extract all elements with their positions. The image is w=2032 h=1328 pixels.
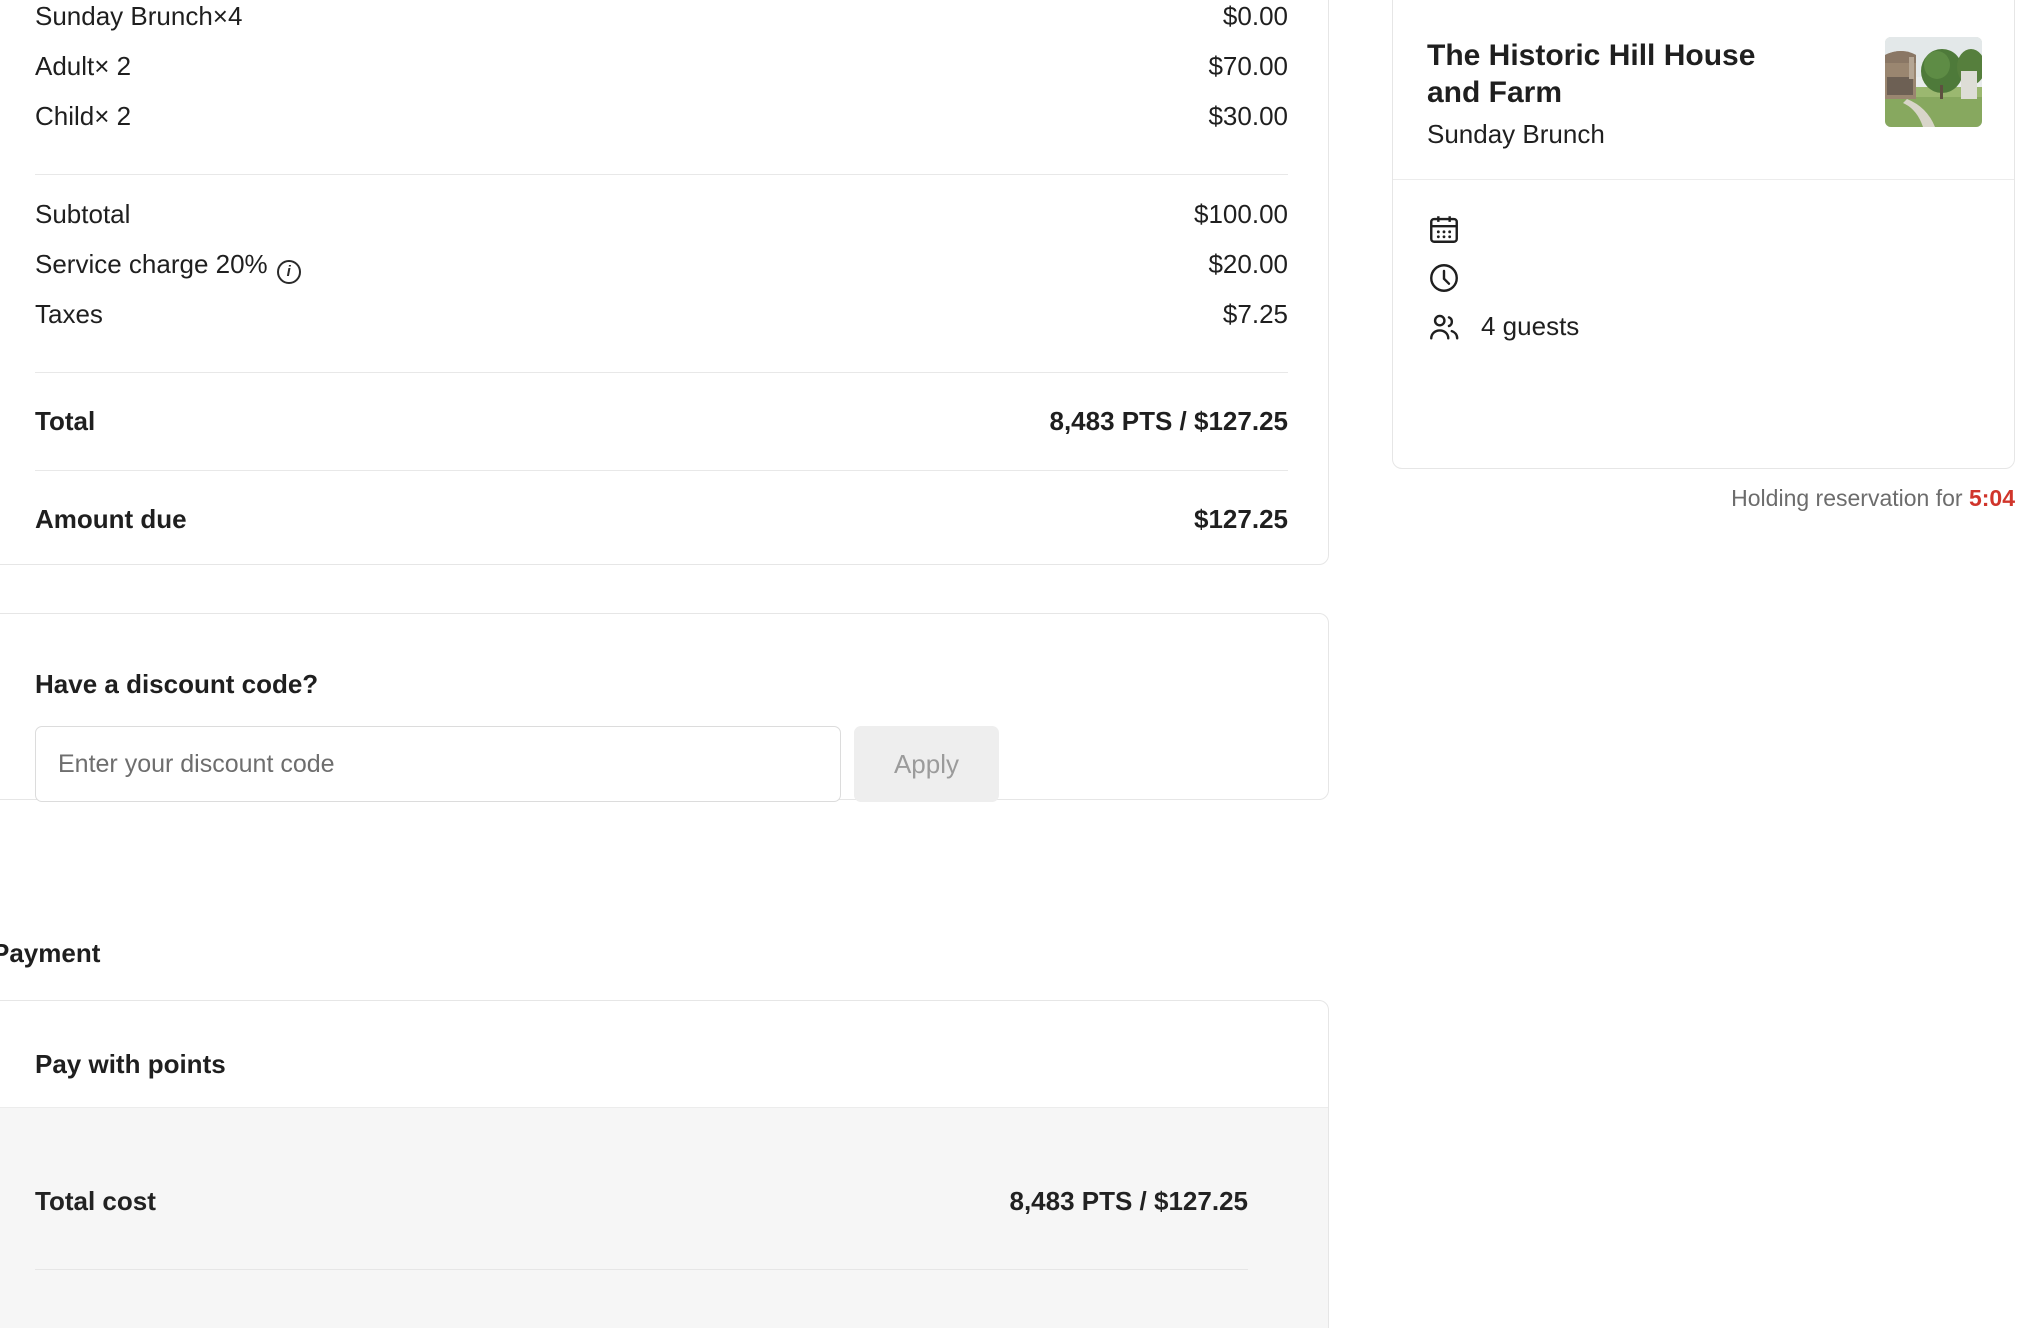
detail-row-time — [1427, 253, 1579, 302]
holding-reservation-timer: 5:04 — [1968, 485, 2015, 511]
amount-due-row: Amount due $127.25 — [35, 471, 1288, 568]
apply-discount-button[interactable]: Apply — [854, 726, 999, 802]
discount-code-input[interactable] — [35, 726, 841, 802]
line-item-label: Adult× 2 — [35, 51, 132, 81]
detail-row-guests: 4 guests — [1427, 302, 1579, 351]
pay-with-points-title: Pay with points — [35, 1049, 226, 1079]
charge-row: Subtotal $100.00 — [35, 199, 1288, 249]
total-cost-label: Total cost — [35, 1186, 156, 1216]
clock-icon — [1430, 263, 1458, 292]
summary-divider — [35, 174, 1288, 175]
venue-text: The Historic Hill House and Farm Sunday … — [1427, 37, 1869, 179]
payment-section-heading: Payment — [0, 938, 101, 968]
charge-label-wrap: Service charge 20% i — [35, 249, 301, 284]
detail-row-date — [1427, 204, 1579, 253]
venue-name: The Historic Hill House and Farm — [1427, 39, 1756, 110]
charge-value: $20.00 — [1208, 249, 1288, 279]
line-item-row: Adult× 2 $70.00 — [35, 51, 1288, 101]
charge-value: $100.00 — [1194, 199, 1288, 229]
holding-reservation-prefix: Holding reservation for — [1731, 485, 1969, 511]
detail-guests-text: 4 guests — [1481, 311, 1580, 341]
venue-thumbnail — [1885, 37, 1982, 127]
pay-with-points-panel: Total cost 8,483 PTS / $127.25 Amount to… — [0, 1107, 1328, 1328]
total-row: Total 8,483 PTS / $127.25 — [35, 373, 1288, 470]
info-icon[interactable]: i — [276, 259, 301, 284]
venue-block: The Historic Hill House and Farm Sunday … — [1393, 0, 2014, 180]
charge-label: Service charge 20% — [35, 249, 268, 279]
total-label: Total — [35, 405, 96, 436]
charge-label: Taxes — [35, 299, 103, 329]
order-summary-card: Sunday Brunch×4 $0.00 Adult× 2 $70.00 Ch… — [0, 0, 1329, 565]
checkout-page: Sunday Brunch×4 $0.00 Adult× 2 $70.00 Ch… — [0, 0, 2032, 1328]
total-value: 8,483 PTS / $127.25 — [1049, 405, 1288, 436]
payment-card: Pay with points Total cost 8,483 PTS / $… — [0, 1000, 1329, 1328]
line-item-row: Sunday Brunch×4 $0.00 — [35, 1, 1288, 51]
amount-due-value: $127.25 — [1194, 503, 1288, 534]
discount-code-card: Have a discount code? Apply — [0, 613, 1329, 802]
reservation-summary-card: The Historic Hill House and Farm Sunday … — [1392, 0, 2015, 469]
line-item-value: $0.00 — [1222, 1, 1288, 31]
charge-row: Service charge 20% i $20.00 — [35, 249, 1288, 299]
discount-code-row: Apply — [35, 726, 999, 802]
guests-icon — [1430, 314, 1459, 340]
total-cost-value: 8,483 PTS / $127.25 — [1009, 1186, 1248, 1216]
charge-label: Subtotal — [35, 199, 131, 229]
total-cost-row: Total cost 8,483 PTS / $127.25 — [35, 1186, 1248, 1217]
amount-due-label: Amount due — [35, 503, 187, 534]
line-item-label: Child× 2 — [35, 101, 132, 131]
points-divider — [35, 1269, 1248, 1270]
line-item-label: Sunday Brunch×4 — [35, 1, 243, 31]
line-item-value: $30.00 — [1208, 101, 1288, 131]
calendar-icon — [1430, 215, 1458, 243]
discount-code-title: Have a discount code? — [35, 669, 319, 699]
charge-value: $7.25 — [1222, 299, 1288, 329]
venue-experience: Sunday Brunch — [1427, 119, 1605, 150]
holding-reservation-note: Holding reservation for 5:04 — [1392, 485, 2015, 512]
reservation-details: 4 guests — [1427, 204, 1579, 351]
line-item-value: $70.00 — [1208, 51, 1288, 81]
line-item-row: Child× 2 $30.00 — [35, 101, 1288, 151]
order-summary-rows: Sunday Brunch×4 $0.00 Adult× 2 $70.00 Ch… — [35, 1, 1288, 568]
charge-row: Taxes $7.25 — [35, 299, 1288, 349]
